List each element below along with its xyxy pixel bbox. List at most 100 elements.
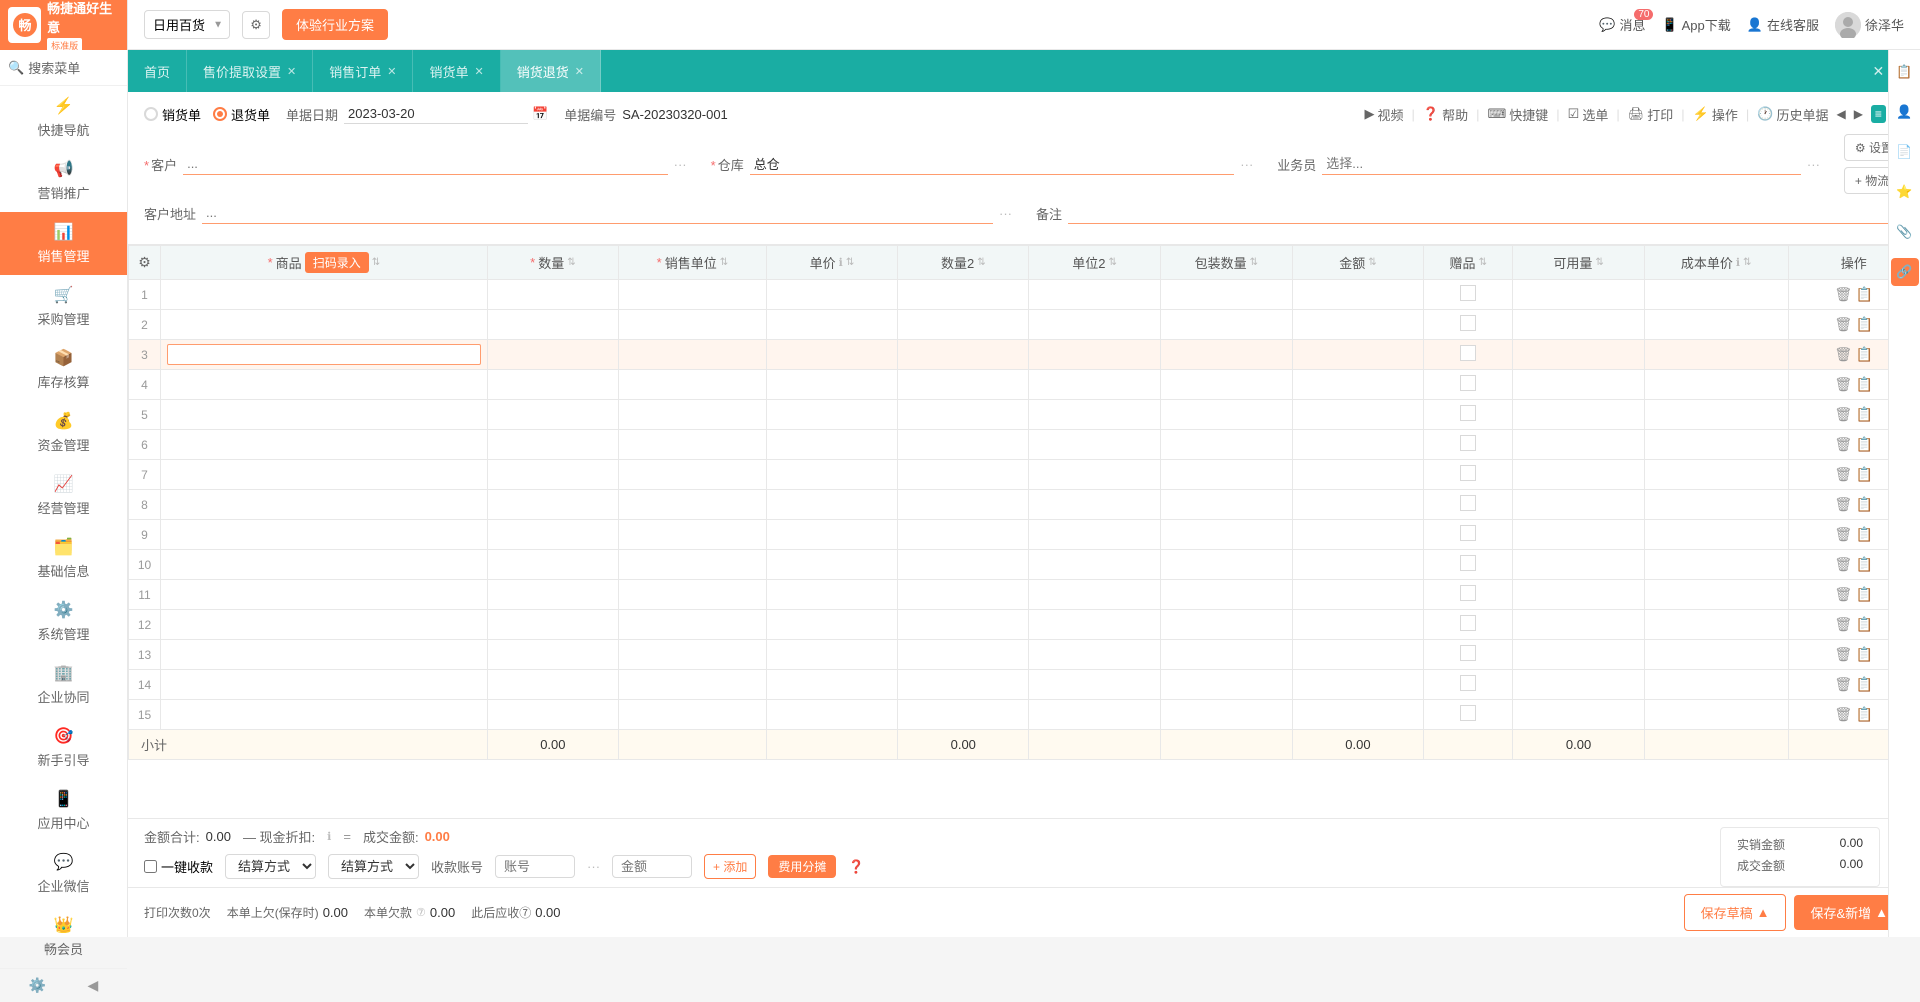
pack-quantity-cell[interactable] <box>1160 610 1292 640</box>
amount-cell[interactable] <box>1292 430 1423 460</box>
quantity2-cell[interactable] <box>898 640 1029 670</box>
unit2-cell[interactable] <box>1029 400 1160 430</box>
cost-price-cell[interactable] <box>1644 640 1788 670</box>
unit2-cell[interactable] <box>1029 670 1160 700</box>
pack-quantity-cell[interactable] <box>1160 550 1292 580</box>
quantity-cell[interactable] <box>487 670 618 700</box>
gift-cell[interactable] <box>1424 310 1513 340</box>
tab-close-sales-return[interactable]: ✕ <box>575 65 584 78</box>
sales-unit-cell[interactable] <box>619 370 767 400</box>
gift-sort-icon[interactable]: ⇅ <box>1479 257 1487 268</box>
quantity2-cell[interactable] <box>898 310 1029 340</box>
quantity-cell[interactable] <box>487 370 618 400</box>
copy-row-button[interactable]: 📋 <box>1856 496 1873 512</box>
sidebar-item-marketing[interactable]: 📢 营销推广 <box>0 149 127 212</box>
cost-price-cell[interactable] <box>1644 670 1788 700</box>
date-input[interactable] <box>344 104 528 124</box>
online-service-button[interactable]: 👤 在线客服 <box>1747 15 1819 34</box>
quantity-cell[interactable] <box>487 340 618 370</box>
expense-split-button[interactable]: 费用分摊 <box>768 855 836 878</box>
unit2-cell[interactable] <box>1029 430 1160 460</box>
gift-cell[interactable] <box>1424 280 1513 310</box>
sales-unit-cell[interactable] <box>619 460 767 490</box>
gift-checkbox[interactable] <box>1460 705 1476 721</box>
pack-quantity-cell[interactable] <box>1160 340 1292 370</box>
available-cell[interactable] <box>1513 550 1644 580</box>
delete-row-button[interactable]: 🗑 <box>1834 586 1852 602</box>
experience-button[interactable]: 体验行业方案 <box>282 9 388 40</box>
gift-checkbox[interactable] <box>1460 315 1476 331</box>
unit-price-cell[interactable] <box>766 550 897 580</box>
cost-price-cell[interactable] <box>1644 370 1788 400</box>
sales-unit-cell[interactable] <box>619 550 767 580</box>
delete-row-button[interactable]: 🗑 <box>1834 316 1852 332</box>
quantity2-cell[interactable] <box>898 670 1029 700</box>
message-button[interactable]: 💬 消息 70 <box>1599 15 1645 34</box>
quantity-cell[interactable] <box>487 430 618 460</box>
gift-cell[interactable] <box>1424 340 1513 370</box>
gift-checkbox[interactable] <box>1460 555 1476 571</box>
copy-row-button[interactable]: 📋 <box>1856 436 1873 452</box>
copy-row-button[interactable]: 📋 <box>1856 676 1873 692</box>
quantity2-cell[interactable] <box>898 340 1029 370</box>
copy-row-button[interactable]: 📋 <box>1856 346 1873 362</box>
delete-row-button[interactable]: 🗑 <box>1834 466 1852 482</box>
sales-unit-cell[interactable] <box>619 430 767 460</box>
cost-price-cell[interactable] <box>1644 430 1788 460</box>
unit-price-cell[interactable] <box>766 640 897 670</box>
pack-quantity-cell[interactable] <box>1160 430 1292 460</box>
product-cell[interactable] <box>161 400 488 430</box>
video-btn[interactable]: ▶ 视频 <box>1365 105 1404 124</box>
sidebar-item-newbie[interactable]: 🎯 新手引导 <box>0 716 127 779</box>
sidebar-item-finance[interactable]: 💰 资金管理 <box>0 401 127 464</box>
unit2-cell[interactable] <box>1029 580 1160 610</box>
unit2-cell[interactable] <box>1029 610 1160 640</box>
close-tab-icon[interactable]: ✕ <box>1869 61 1889 82</box>
sales-unit-cell[interactable] <box>619 400 767 430</box>
quantity-cell[interactable] <box>487 460 618 490</box>
gift-cell[interactable] <box>1424 370 1513 400</box>
pack-quantity-cell[interactable] <box>1160 640 1292 670</box>
delete-row-button[interactable]: 🗑 <box>1834 676 1852 692</box>
sidebar-item-quicknav[interactable]: ⚡ 快捷导航 <box>0 86 127 149</box>
sales-unit-cell[interactable] <box>619 340 767 370</box>
cost-price-cell[interactable] <box>1644 490 1788 520</box>
unit-price-cell[interactable] <box>766 370 897 400</box>
quantity2-cell[interactable] <box>898 280 1029 310</box>
delete-row-button[interactable]: 🗑 <box>1834 706 1852 722</box>
available-cell[interactable] <box>1513 370 1644 400</box>
cost-price-cell[interactable] <box>1644 460 1788 490</box>
address-input[interactable] <box>202 202 993 224</box>
delete-row-button[interactable]: 🗑 <box>1834 376 1852 392</box>
copy-row-button[interactable]: 📋 <box>1856 466 1873 482</box>
sidebar-item-operations[interactable]: 📈 经营管理 <box>0 464 127 527</box>
qty2-sort-icon[interactable]: ⇅ <box>977 257 985 268</box>
sidebar-item-apps[interactable]: 📱 应用中心 <box>0 779 127 842</box>
right-panel-star-btn[interactable]: ⭐ <box>1891 178 1919 206</box>
product-cell[interactable] <box>161 700 488 730</box>
tab-sales-return[interactable]: 销货退货 ✕ <box>501 50 601 92</box>
gift-checkbox[interactable] <box>1460 645 1476 661</box>
sidebar-item-enterprise[interactable]: 🏢 企业协同 <box>0 653 127 716</box>
available-cell[interactable] <box>1513 430 1644 460</box>
right-panel-contact-btn[interactable]: 👤 <box>1891 98 1919 126</box>
pack-quantity-cell[interactable] <box>1160 490 1292 520</box>
unit2-cell[interactable] <box>1029 280 1160 310</box>
product-cell[interactable] <box>161 550 488 580</box>
sales-unit-cell[interactable] <box>619 280 767 310</box>
account-input[interactable] <box>495 855 575 878</box>
sidebar-item-purchase[interactable]: 🛒 采购管理 <box>0 275 127 338</box>
accounting-method-select[interactable]: 结算方式 <box>225 854 316 879</box>
gift-cell[interactable] <box>1424 640 1513 670</box>
sales-unit-cell[interactable] <box>619 520 767 550</box>
unit-price-cell[interactable] <box>766 700 897 730</box>
gift-cell[interactable] <box>1424 700 1513 730</box>
pack-sort-icon[interactable]: ⇅ <box>1250 257 1258 268</box>
quantity-cell[interactable] <box>487 490 618 520</box>
quantity2-cell[interactable] <box>898 430 1029 460</box>
tab-home[interactable]: 首页 <box>128 50 187 92</box>
add-payment-button[interactable]: + 添加 <box>704 854 756 879</box>
product-cell[interactable] <box>161 460 488 490</box>
delete-row-button[interactable]: 🗑 <box>1834 526 1852 542</box>
unit-price-cell[interactable] <box>766 490 897 520</box>
